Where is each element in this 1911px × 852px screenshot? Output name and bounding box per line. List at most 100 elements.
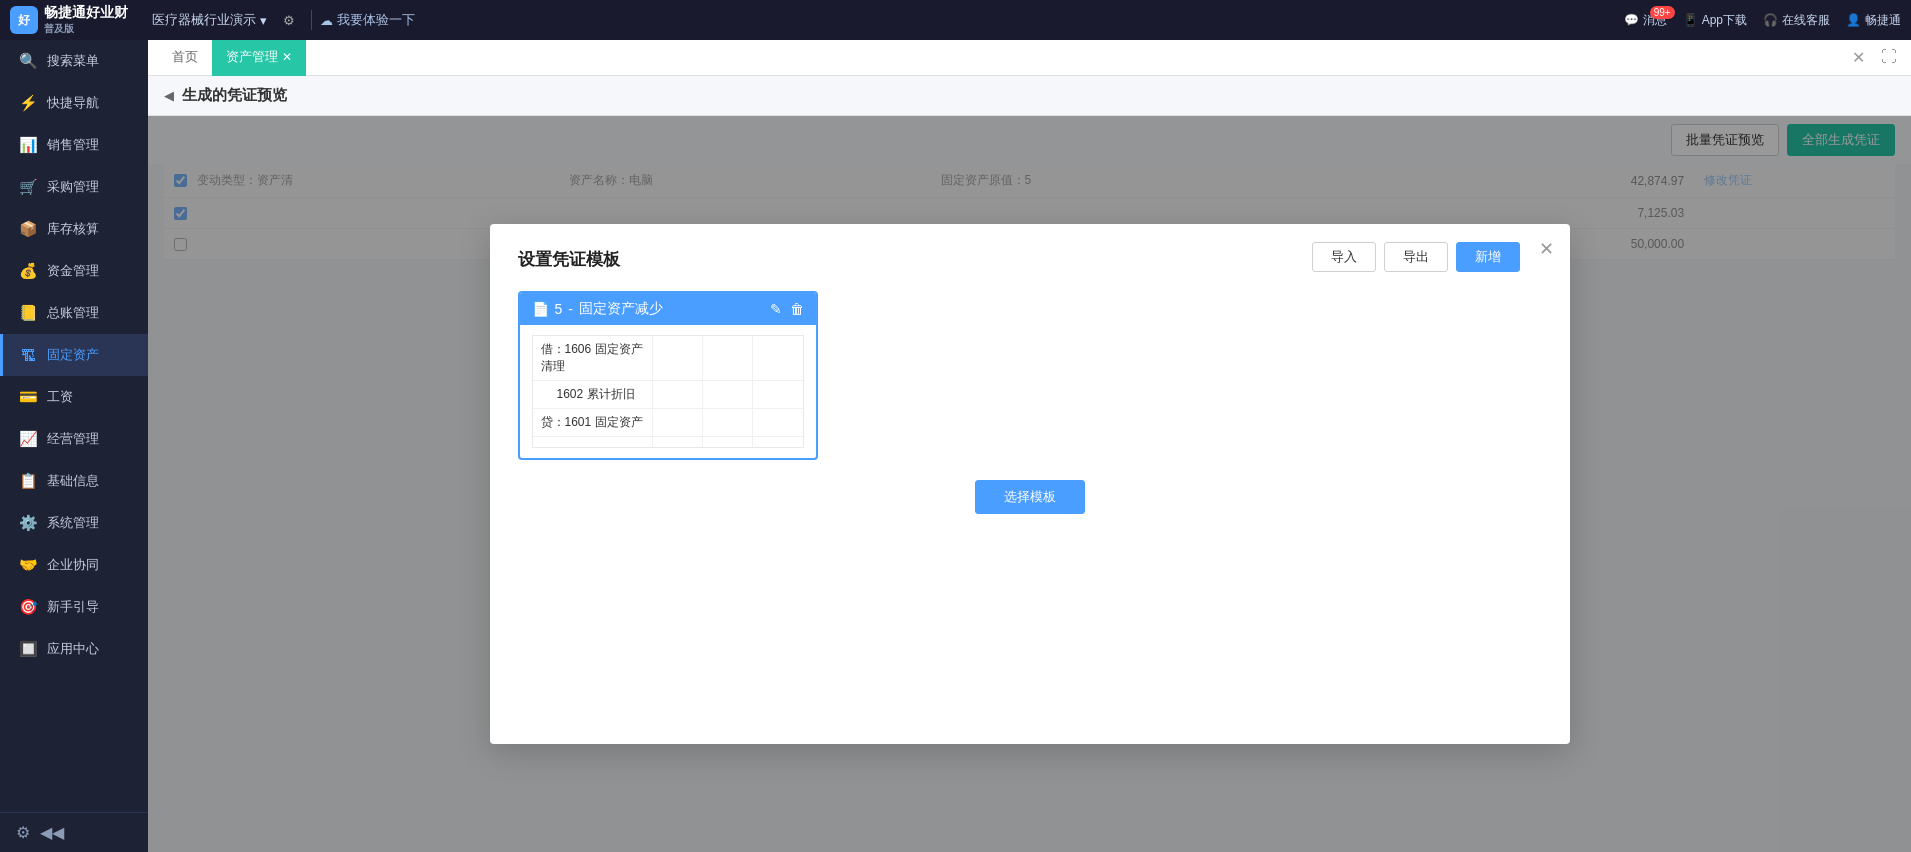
trial-btn[interactable]: ☁ 我要体验一下 [320, 11, 415, 29]
template-row-3: 贷：1601 固定资产 [533, 409, 803, 437]
footer-collapse-icon[interactable]: ◀◀ [40, 823, 64, 842]
template-row1-debit-col1 [653, 336, 703, 380]
user-btn[interactable]: 👤 畅捷通 [1846, 12, 1901, 29]
ledger-icon: 📒 [19, 304, 37, 322]
template-row3-credit-col2 [703, 409, 753, 436]
window-maximize-btn[interactable]: ⛶ [1877, 48, 1901, 67]
sidebar-item-quicknav[interactable]: ⚡ 快捷导航 [0, 82, 148, 124]
select-template-area: 选择模板 [518, 480, 1542, 514]
app-download-btn[interactable]: 📱 App下载 [1683, 12, 1747, 29]
sidebar-item-purchase[interactable]: 🛒 采购管理 [0, 166, 148, 208]
sales-icon: 📊 [19, 136, 37, 154]
sidebar-item-funds[interactable]: 💰 资金管理 [0, 250, 148, 292]
funds-icon: 💰 [19, 262, 37, 280]
select-template-btn[interactable]: 选择模板 [975, 480, 1085, 514]
template-row3-credit-col1 [653, 409, 703, 436]
sidebar-label-appcenter: 应用中心 [47, 640, 99, 658]
template-rows: 借：1606 固定资产清理 1602 累计折旧 [532, 335, 804, 448]
template-doc-icon: 📄 [532, 301, 549, 317]
template-row-1: 借：1606 固定资产清理 [533, 336, 803, 381]
logo-icon: 好 [10, 6, 38, 34]
sidebar-item-ledger[interactable]: 📒 总账管理 [0, 292, 148, 334]
footer-settings-icon[interactable]: ⚙ [16, 823, 30, 842]
user-label: 畅捷通 [1865, 12, 1901, 29]
sidebar-scroll: 🔍 搜索菜单 ⚡ 快捷导航 📊 销售管理 🛒 采购管理 📦 库存核算 [0, 40, 148, 812]
dialog-close-btn[interactable]: ✕ [1539, 238, 1554, 260]
template-row2-label: 1602 累计折旧 [533, 381, 653, 408]
dropdown-icon: ▾ [260, 13, 267, 28]
tab-assets[interactable]: 资产管理 ✕ [212, 40, 306, 76]
new-btn[interactable]: 新增 [1456, 242, 1520, 272]
main-area: 🔍 搜索菜单 ⚡ 快捷导航 📊 销售管理 🛒 采购管理 📦 库存核算 [0, 40, 1911, 852]
template-row4-col3 [753, 437, 802, 447]
messages-badge: 99+ [1650, 6, 1675, 19]
tab-home[interactable]: 首页 [158, 40, 212, 76]
template-name: 固定资产减少 [579, 300, 663, 318]
sidebar-item-cooperation[interactable]: 🤝 企业协同 [0, 544, 148, 586]
tab-home-label: 首页 [172, 48, 198, 66]
sidebar-item-newguide[interactable]: 🎯 新手引导 [0, 586, 148, 628]
company-selector[interactable]: 医疗器械行业演示 ▾ [144, 7, 275, 33]
sidebar-label-system: 系统管理 [47, 514, 99, 532]
sidebar-item-system[interactable]: ⚙️ 系统管理 [0, 502, 148, 544]
export-btn[interactable]: 导出 [1384, 242, 1448, 272]
sidebar-item-inventory[interactable]: 📦 库存核算 [0, 208, 148, 250]
sidebar-item-basic[interactable]: 📋 基础信息 [0, 460, 148, 502]
template-row4-empty [533, 437, 653, 447]
sidebar-label-sales: 销售管理 [47, 136, 99, 154]
template-dash: - [568, 301, 573, 317]
sidebar-label-salary: 工资 [47, 388, 73, 406]
settings-btn[interactable]: ⚙ [275, 6, 303, 34]
sidebar-label-cooperation: 企业协同 [47, 556, 99, 574]
message-icon: 💬 [1624, 13, 1639, 27]
template-row-2: 1602 累计折旧 [533, 381, 803, 409]
newguide-icon: 🎯 [19, 598, 37, 616]
sidebar-footer: ⚙ ◀◀ [0, 812, 148, 852]
sidebar-item-fixedassets[interactable]: 🏗 固定资产 [0, 334, 148, 376]
system-icon: ⚙️ [19, 514, 37, 532]
app-name: 畅捷通好业财 [44, 4, 128, 22]
messages-btn[interactable]: 💬 消息 99+ [1624, 12, 1667, 29]
sidebar-item-search[interactable]: 🔍 搜索菜单 [0, 40, 148, 82]
sidebar-item-salary[interactable]: 💳 工资 [0, 376, 148, 418]
sidebar-label-ledger: 总账管理 [47, 304, 99, 322]
user-icon: 👤 [1846, 13, 1861, 27]
headset-icon: 🎧 [1763, 13, 1778, 27]
sidebar-item-operations[interactable]: 📈 经营管理 [0, 418, 148, 460]
back-btn[interactable]: ◀ [164, 88, 174, 103]
sidebar-item-appcenter[interactable]: 🔲 应用中心 [0, 628, 148, 670]
tab-close-btn[interactable]: ✕ [282, 50, 292, 64]
template-row1-debit-col3 [753, 336, 802, 380]
content-inner: 批量凭证预览 全部生成凭证 变动类型：资产清 资产名称：电脑 固定资产原值：5 … [148, 116, 1911, 852]
sidebar-label-inventory: 库存核算 [47, 220, 99, 238]
sidebar-label-basic: 基础信息 [47, 472, 99, 490]
template-row1-debit-label: 借：1606 固定资产清理 [533, 336, 653, 380]
app-logo: 好 畅捷通好业财 普及版 [10, 4, 128, 36]
window-close-btn[interactable]: ✕ [1848, 48, 1869, 67]
fixedassets-icon: 🏗 [19, 346, 37, 364]
tab-bar: 首页 资产管理 ✕ ✕ ⛶ [148, 40, 1911, 76]
sidebar-label-quicknav: 快捷导航 [47, 94, 99, 112]
quicknav-icon: ⚡ [19, 94, 37, 112]
basic-icon: 📋 [19, 472, 37, 490]
import-btn[interactable]: 导入 [1312, 242, 1376, 272]
template-row4-col1 [653, 437, 703, 447]
template-row3-credit-label: 贷：1601 固定资产 [533, 409, 653, 436]
dialog: 设置凭证模板 ✕ 导入 导出 新增 📄 5 - [490, 224, 1570, 744]
online-service-btn[interactable]: 🎧 在线客服 [1763, 12, 1830, 29]
template-delete-btn[interactable]: 🗑 [790, 301, 804, 317]
template-row2-col2 [703, 381, 753, 408]
sidebar-item-sales[interactable]: 📊 销售管理 [0, 124, 148, 166]
cooperation-icon: 🤝 [19, 556, 37, 574]
template-edit-btn[interactable]: ✎ [770, 301, 782, 317]
sidebar-label-purchase: 采购管理 [47, 178, 99, 196]
template-card-body: 借：1606 固定资产清理 1602 累计折旧 [520, 325, 816, 458]
trial-text: 我要体验一下 [337, 11, 415, 29]
template-row2-col1 [653, 381, 703, 408]
template-id: 5 [555, 301, 563, 317]
sidebar-label-operations: 经营管理 [47, 430, 99, 448]
template-card-header: 📄 5 - 固定资产减少 ✎ 🗑 [520, 293, 816, 325]
operations-icon: 📈 [19, 430, 37, 448]
search-icon: 🔍 [19, 52, 37, 70]
salary-icon: 💳 [19, 388, 37, 406]
